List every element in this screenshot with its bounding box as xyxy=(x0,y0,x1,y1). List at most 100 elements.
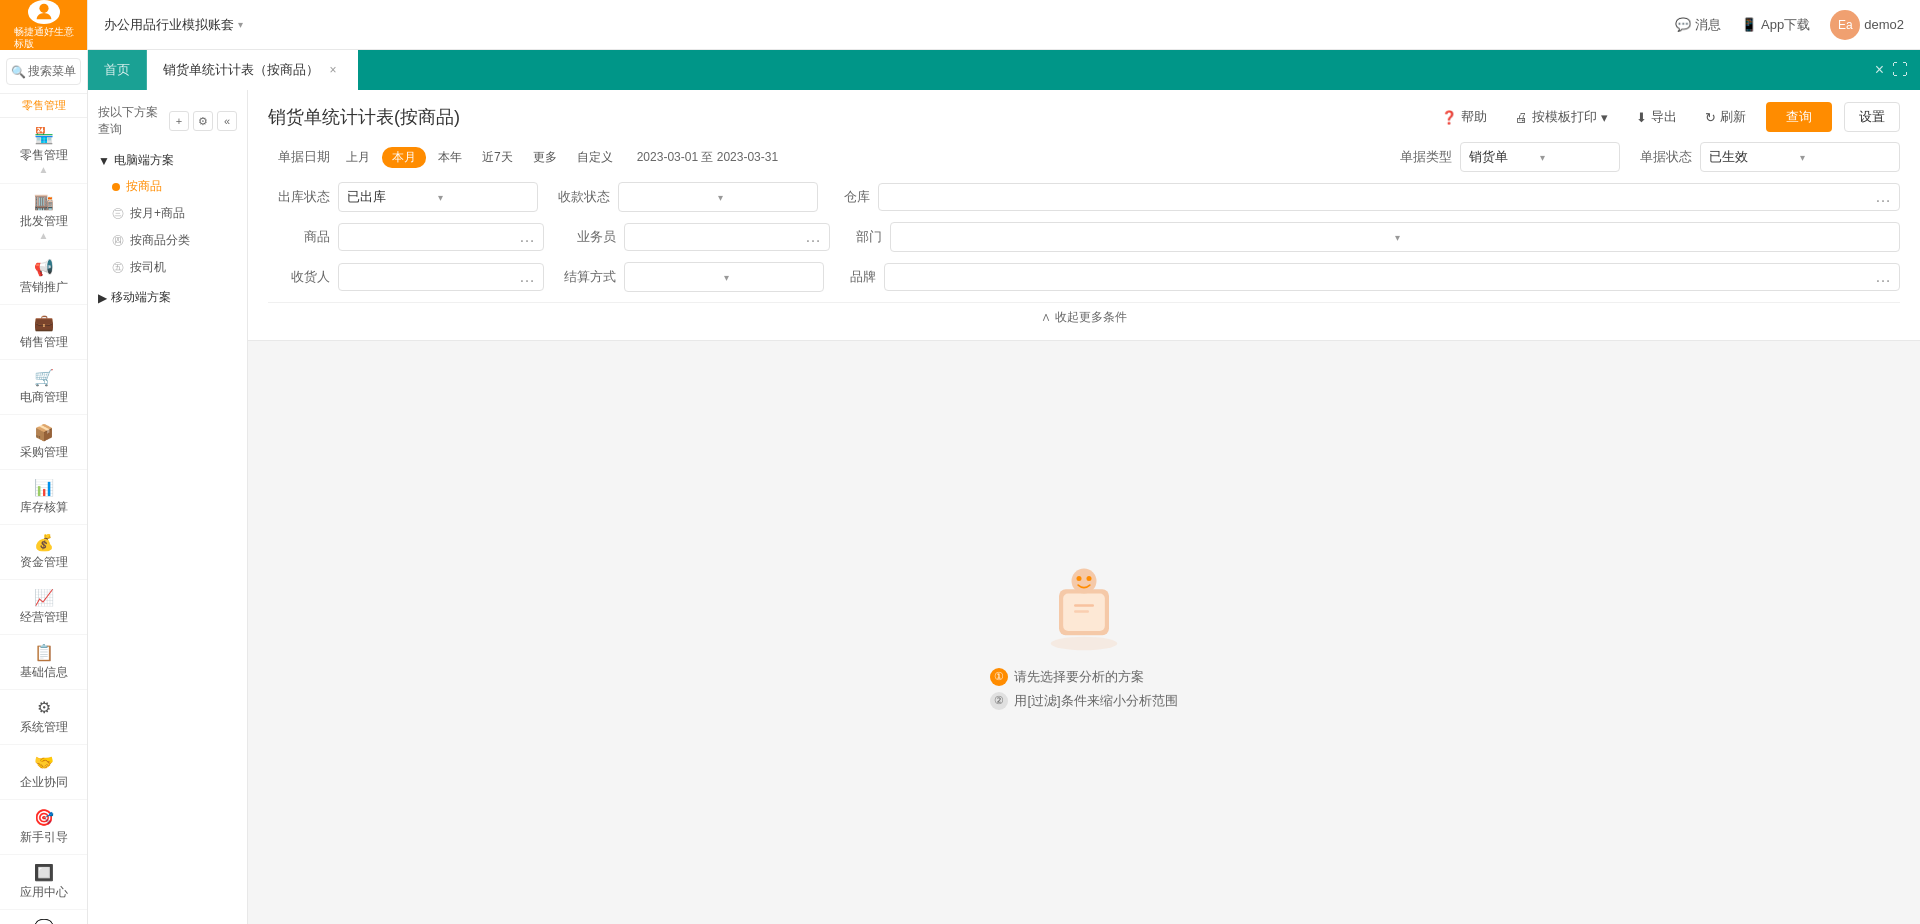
brand-field[interactable] xyxy=(893,270,1871,285)
scheme-item-by-month-goods[interactable]: ㊂ 按月+商品 xyxy=(88,200,247,227)
mobile-scheme-header[interactable]: ▶ 移动端方案 xyxy=(88,285,247,310)
message-button[interactable]: 💬 消息 xyxy=(1675,16,1721,34)
sidebar-item-marketing[interactable]: 📢 营销推广 xyxy=(0,250,87,305)
sidebar-item-enterprise[interactable]: 🤝 企业协同 xyxy=(0,745,87,800)
sidebar-item-app-center[interactable]: 🔲 应用中心 xyxy=(0,855,87,910)
warehouse-input[interactable]: … xyxy=(878,183,1900,211)
sidebar-item-label-enterprise: 企业协同 xyxy=(20,774,68,791)
svg-point-5 xyxy=(1077,576,1082,581)
goods-dots-icon[interactable]: … xyxy=(519,228,535,246)
doc-type-select[interactable]: 销货单 ▾ xyxy=(1460,142,1620,172)
dept-select-wrap: ▾ xyxy=(890,222,1900,252)
payment-select-wrap: ▾ xyxy=(624,262,824,292)
search-menu-button[interactable]: 🔍 帮助 搜索菜单 xyxy=(6,58,81,85)
scheme-collapse-button[interactable]: « xyxy=(217,111,237,131)
refresh-button[interactable]: ↻ 刷新 xyxy=(1697,104,1754,130)
doc-status-select[interactable]: 已生效 ▾ xyxy=(1700,142,1900,172)
quick-nav-label: 零售管理 xyxy=(0,94,87,118)
sidebar-item-ecommerce[interactable]: 🛒 电商管理 xyxy=(0,360,87,415)
doc-type-select-wrap: 销货单 ▾ xyxy=(1460,142,1620,172)
sidebar-item-label-ecommerce: 电商管理 xyxy=(20,389,68,406)
app-download-button[interactable]: 📱 App下载 xyxy=(1741,16,1810,34)
brand-input[interactable]: … xyxy=(884,263,1900,291)
query-button[interactable]: 查询 xyxy=(1766,102,1832,132)
sidebar-item-operations[interactable]: 📈 经营管理 xyxy=(0,580,87,635)
recipient-field[interactable] xyxy=(347,270,515,285)
sidebar-item-basic-info[interactable]: 📋 基础信息 xyxy=(0,635,87,690)
salesperson-dots-icon[interactable]: … xyxy=(805,228,821,246)
tab-home[interactable]: 首页 xyxy=(88,50,147,90)
pc-scheme-group: ▼ 电脑端方案 按商品 ㊂ 按月+商品 ㊃ 按商品分类 ㊄ 按司机 xyxy=(88,148,247,281)
help-icon: ❓ xyxy=(1441,110,1457,125)
empty-tips: ① 请先选择要分析的方案 ② 用[过滤]条件来缩小分析范围 xyxy=(990,668,1177,710)
sidebar-item-retail[interactable]: 🏪 零售管理 ▲ xyxy=(0,118,87,184)
warehouse-dots-icon[interactable]: … xyxy=(1875,188,1891,206)
export-button[interactable]: ⬇ 导出 xyxy=(1628,104,1685,130)
payment-arrow-icon: ▾ xyxy=(724,272,815,283)
date-tab-this-year[interactable]: 本年 xyxy=(430,147,470,168)
tab-close-icon[interactable]: × xyxy=(325,62,341,78)
scheme-item-by-goods[interactable]: 按商品 xyxy=(88,173,247,200)
salesperson-input[interactable]: … xyxy=(624,223,830,251)
pc-scheme-header[interactable]: ▼ 电脑端方案 xyxy=(88,148,247,173)
active-tab-label: 销货单统计计表（按商品） xyxy=(163,61,319,79)
recipient-input[interactable]: … xyxy=(338,263,544,291)
date-tab-7days[interactable]: 近7天 xyxy=(474,147,521,168)
scheme-add-button[interactable]: + xyxy=(169,111,189,131)
basic-info-icon: 📋 xyxy=(34,643,54,662)
tab-active[interactable]: 销货单统计计表（按商品） × xyxy=(147,50,358,90)
sidebar-item-purchase[interactable]: 📦 采购管理 xyxy=(0,415,87,470)
home-label: 首页 xyxy=(104,61,130,79)
window-minimize-icon[interactable]: × xyxy=(1875,61,1884,79)
user-menu[interactable]: Ea demo2 xyxy=(1830,10,1904,40)
system-icon: ⚙ xyxy=(37,698,51,717)
salesperson-field[interactable] xyxy=(633,230,801,245)
search-label: 搜索菜单 xyxy=(28,63,76,80)
sidebar-item-sales[interactable]: 💼 销售管理 xyxy=(0,305,87,360)
payment-select[interactable]: ▾ xyxy=(624,262,824,292)
date-tab-this-month[interactable]: 本月 xyxy=(382,147,426,168)
goods-input-wrap: … xyxy=(338,223,544,251)
sidebar-item-finance[interactable]: 💰 资金管理 xyxy=(0,525,87,580)
settings-button[interactable]: 设置 xyxy=(1844,102,1900,132)
user-name: demo2 xyxy=(1864,17,1904,32)
date-tab-last-month[interactable]: 上月 xyxy=(338,147,378,168)
print-button[interactable]: 🖨 按模板打印 ▾ xyxy=(1507,104,1616,130)
dept-select[interactable]: ▾ xyxy=(890,222,1900,252)
scheme-settings-button[interactable]: ⚙ xyxy=(193,111,213,131)
print-dropdown-icon[interactable]: ▾ xyxy=(1601,110,1608,125)
tip-2-num: ② xyxy=(990,692,1008,710)
empty-state-icon xyxy=(1034,556,1134,656)
warehouse-field[interactable] xyxy=(887,190,1871,205)
sidebar-item-system[interactable]: ⚙ 系统管理 xyxy=(0,690,87,745)
sidebar-item-wholesale[interactable]: 🏬 批发管理 ▲ xyxy=(0,184,87,250)
collapse-bar[interactable]: ∧ 收起更多条件 xyxy=(268,302,1900,332)
message-label: 消息 xyxy=(1695,16,1721,34)
goods-field[interactable] xyxy=(347,230,515,245)
brand-dots-icon[interactable]: … xyxy=(1875,268,1891,286)
sidebar-item-wechat[interactable]: 💬 企业微信 xyxy=(0,910,87,924)
date-tabs: 上月 本月 本年 近7天 更多 自定义 xyxy=(338,147,621,168)
recipient-dots-icon[interactable]: … xyxy=(519,268,535,286)
date-tab-custom[interactable]: 自定义 xyxy=(569,147,621,168)
top-bar: 办公用品行业模拟账套 ▾ 💬 消息 📱 App下载 Ea demo2 xyxy=(88,0,1920,50)
app-center-icon: 🔲 xyxy=(34,863,54,882)
help-button[interactable]: ❓ 帮助 xyxy=(1433,104,1495,130)
scheme-item-by-driver[interactable]: ㊄ 按司机 xyxy=(88,254,247,281)
app-title: 办公用品行业模拟账套 ▾ xyxy=(104,16,243,34)
wechat-icon: 💬 xyxy=(34,918,54,924)
mobile-scheme-group: ▶ 移动端方案 xyxy=(88,285,247,310)
title-dropdown-icon[interactable]: ▾ xyxy=(238,19,243,30)
scheme-item-by-category[interactable]: ㊃ 按商品分类 xyxy=(88,227,247,254)
window-maximize-icon[interactable]: ⛶ xyxy=(1892,61,1908,79)
goods-input[interactable]: … xyxy=(338,223,544,251)
wholesale-arrow-icon: ▲ xyxy=(39,230,49,241)
collect-status-select[interactable]: ▾ xyxy=(618,182,818,212)
date-tab-more[interactable]: 更多 xyxy=(525,147,565,168)
enterprise-icon: 🤝 xyxy=(34,753,54,772)
sidebar-item-inventory[interactable]: 📊 库存核算 xyxy=(0,470,87,525)
sidebar-item-guide[interactable]: 🎯 新手引导 xyxy=(0,800,87,855)
out-status-value: 已出库 xyxy=(347,188,438,206)
out-status-select[interactable]: 已出库 ▾ xyxy=(338,182,538,212)
logo-icon xyxy=(28,0,60,24)
